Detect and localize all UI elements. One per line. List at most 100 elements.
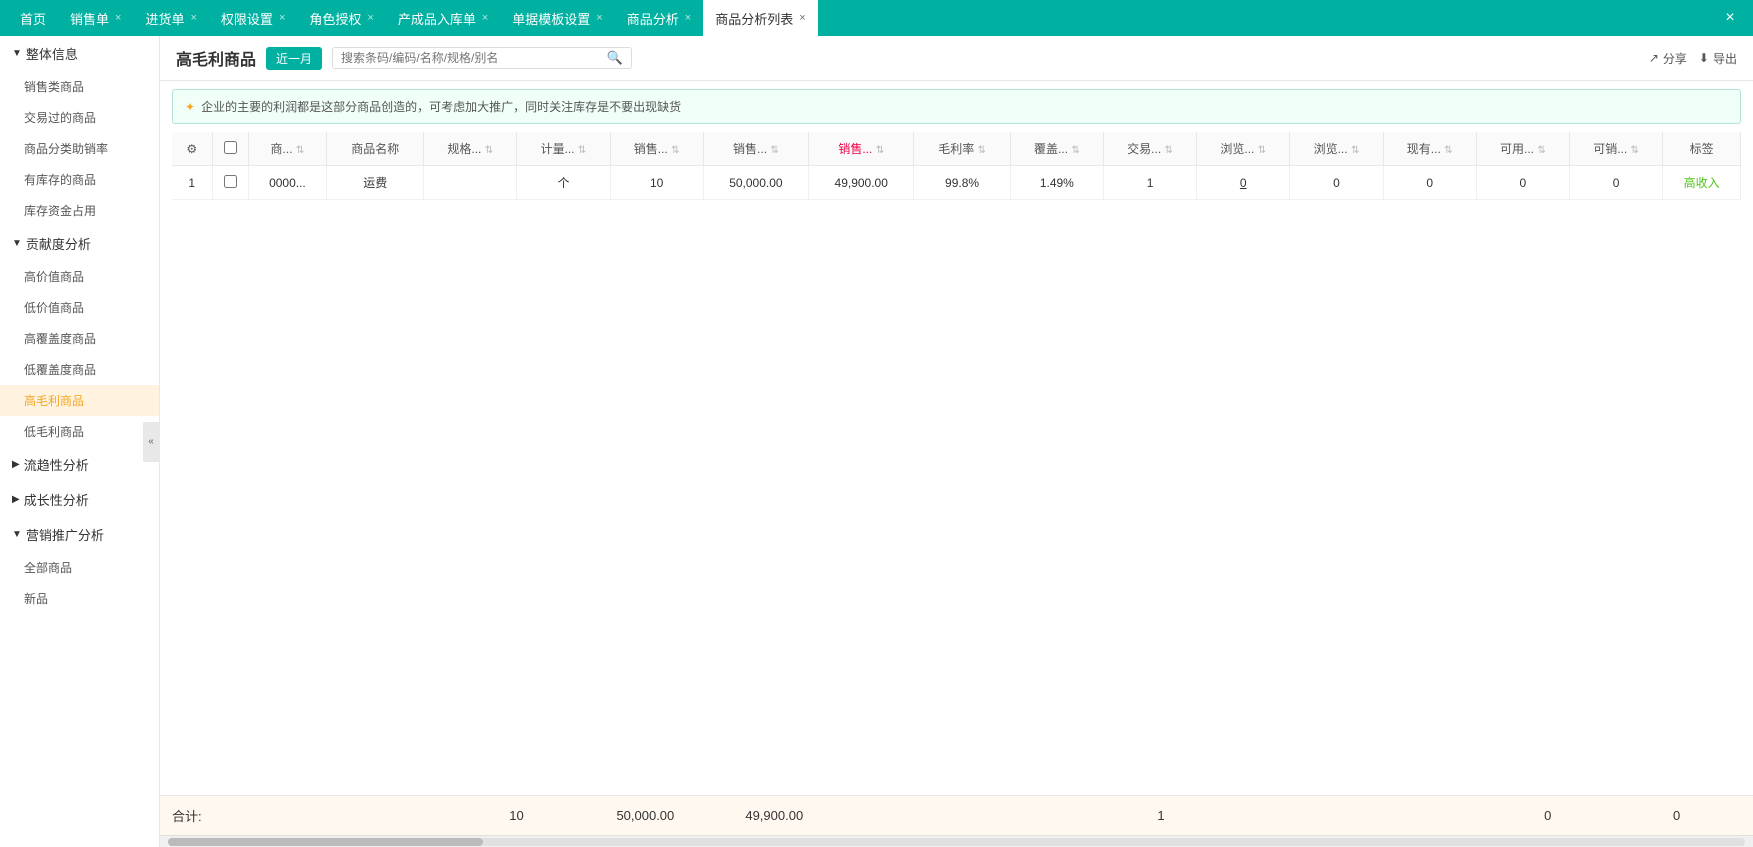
col-transactions[interactable]: 交易... ⇅ — [1103, 132, 1196, 166]
col-current-stock[interactable]: 现有... ⇅ — [1383, 132, 1476, 166]
col-unit[interactable]: 计量... ⇅ — [517, 132, 610, 166]
nav-label-template: 单据模板设置 — [512, 9, 590, 28]
col-sales-qty[interactable]: 销售... ⇅ — [610, 132, 703, 166]
sidebar-item-stock-capital[interactable]: 库存资金占用 — [0, 195, 159, 226]
cell-browse1[interactable]: 0 — [1197, 166, 1290, 200]
nav-item-roles[interactable]: 角色授权 × — [297, 0, 385, 36]
arrow-icon: ▼ — [12, 529, 22, 540]
sort-icon: ⇅ — [1165, 145, 1173, 156]
col-gross-margin[interactable]: 毛利率 ⇅ — [914, 132, 1010, 166]
sidebar-item-high-margin[interactable]: 高毛利商品 — [0, 385, 159, 416]
sidebar-item-traded-goods[interactable]: 交易过的商品 — [0, 102, 159, 133]
col-coverage[interactable]: 覆盖... ⇅ — [1010, 132, 1103, 166]
table-footer: 合计: 10 50,000.00 49,900.00 1 0 0 — [160, 795, 1753, 835]
col-settings[interactable]: ⚙ — [172, 132, 212, 166]
col-spec[interactable]: 规格... ⇅ — [424, 132, 517, 166]
sidebar-group-marketing[interactable]: ▼ 营销推广分析 — [0, 517, 159, 552]
close-icon[interactable]: × — [115, 12, 121, 24]
sidebar-collapse-button[interactable]: « — [143, 422, 159, 462]
sidebar-item-category-rate[interactable]: 商品分类助销率 — [0, 133, 159, 164]
search-input[interactable] — [341, 51, 607, 65]
col-browse2[interactable]: 浏览... ⇅ — [1290, 132, 1383, 166]
footer-sales-amount: 50,000.00 — [581, 808, 710, 823]
nav-label-analysis: 商品分析 — [627, 9, 679, 28]
sidebar-group-contribution[interactable]: ▼ 贡献度分析 — [0, 226, 159, 261]
close-icon[interactable]: × — [367, 12, 373, 24]
sidebar-item-stock-goods[interactable]: 有库存的商品 — [0, 164, 159, 195]
nav-item-permissions[interactable]: 权限设置 × — [209, 0, 297, 36]
sidebar-item-new-goods[interactable]: 新品 — [0, 583, 159, 614]
sort-icon: ⇅ — [1351, 145, 1359, 156]
nav-item-finished-goods[interactable]: 产成品入库单 × — [386, 0, 500, 36]
col-name[interactable]: 商品名称 — [327, 132, 424, 166]
nav-item-home[interactable]: 首页 — [8, 0, 58, 36]
export-icon: ⬇ — [1699, 51, 1709, 65]
horizontal-scrollbar[interactable] — [160, 835, 1753, 847]
info-icon: ✦ — [185, 100, 195, 114]
sidebar-group-label-overall: 整体信息 — [26, 44, 78, 63]
close-icon[interactable]: × — [596, 12, 602, 24]
top-navigation: 首页 销售单 × 进货单 × 权限设置 × 角色授权 × 产成品入库单 × 单据… — [0, 0, 1753, 36]
sort-icon: ⇅ — [1631, 145, 1639, 156]
col-checkbox — [212, 132, 248, 166]
search-icon[interactable]: 🔍 — [607, 50, 623, 66]
sidebar: ▼ 整体信息 销售类商品 交易过的商品 商品分类助销率 有库存的商品 库存资金占… — [0, 36, 160, 847]
col-sales-amount[interactable]: 销售... ⇅ — [703, 132, 808, 166]
col-browse1[interactable]: 浏览... ⇅ — [1197, 132, 1290, 166]
tag-badge: 高收入 — [1684, 176, 1720, 190]
info-banner: ✦ 企业的主要的利润都是这部分商品创造的，可考虑加大推广，同时关注库存是不要出现… — [172, 89, 1741, 124]
col-code[interactable]: 商... ⇅ — [248, 132, 327, 166]
table-container: ⚙ 商... ⇅ 商品名称 规格... ⇅ 计量... ⇅ 销售... ⇅ 销售… — [160, 132, 1753, 795]
cell-name: 运费 — [327, 166, 424, 200]
page-title: 高毛利商品 — [176, 46, 256, 70]
col-sales-profit[interactable]: 销售... ⇅ — [809, 132, 914, 166]
cell-checkbox — [212, 166, 248, 200]
period-button[interactable]: 近一月 — [266, 47, 322, 70]
close-icon[interactable]: × — [190, 12, 196, 24]
nav-item-template[interactable]: 单据模板设置 × — [500, 0, 614, 36]
footer-current-stock: 0 — [1483, 808, 1612, 823]
nav-item-purchase[interactable]: 进货单 × — [133, 0, 208, 36]
scroll-track[interactable] — [168, 838, 1745, 846]
export-button[interactable]: ⬇ 导出 — [1699, 50, 1737, 67]
sort-icon: ⇅ — [485, 145, 493, 156]
cell-available-stock: 0 — [1476, 166, 1569, 200]
scroll-thumb[interactable] — [168, 838, 483, 846]
cell-sales-profit: 49,900.00 — [809, 166, 914, 200]
cell-unit: 个 — [517, 166, 610, 200]
sidebar-item-all-goods[interactable]: 全部商品 — [0, 552, 159, 583]
nav-label-home: 首页 — [20, 9, 46, 28]
table-row: 1 0000... 运费 个 10 50,000.00 49,900.00 99… — [172, 166, 1741, 200]
cell-coverage: 1.49% — [1010, 166, 1103, 200]
sidebar-item-low-margin[interactable]: 低毛利商品 — [0, 416, 159, 447]
close-icon[interactable]: × — [279, 12, 285, 24]
col-sellable-stock[interactable]: 可销... ⇅ — [1569, 132, 1662, 166]
nav-item-analysis[interactable]: 商品分析 × — [615, 0, 703, 36]
sidebar-group-flow[interactable]: ▶ 流趋性分析 — [0, 447, 159, 482]
select-all-checkbox[interactable] — [224, 141, 237, 154]
browse1-link[interactable]: 0 — [1240, 176, 1247, 190]
share-button[interactable]: ↗ 分享 — [1649, 50, 1687, 67]
close-icon[interactable]: × — [799, 12, 805, 24]
nav-item-analysis-list[interactable]: 商品分析列表 × — [703, 0, 817, 36]
sidebar-item-high-value[interactable]: 高价值商品 — [0, 261, 159, 292]
sidebar-group-label-marketing: 营销推广分析 — [26, 525, 104, 544]
footer-transactions: 1 — [1097, 808, 1226, 823]
nav-label-permissions: 权限设置 — [221, 9, 273, 28]
sidebar-item-high-coverage[interactable]: 高覆盖度商品 — [0, 323, 159, 354]
sidebar-group-growth[interactable]: ▶ 成长性分析 — [0, 482, 159, 517]
sidebar-item-low-value[interactable]: 低价值商品 — [0, 292, 159, 323]
sidebar-group-overall[interactable]: ▼ 整体信息 — [0, 36, 159, 71]
main-layout: ▼ 整体信息 销售类商品 交易过的商品 商品分类助销率 有库存的商品 库存资金占… — [0, 36, 1753, 847]
share-icon: ↗ — [1649, 51, 1659, 65]
sort-icon: ⇅ — [1258, 145, 1266, 156]
close-icon[interactable]: × — [482, 12, 488, 24]
row-checkbox[interactable] — [224, 175, 237, 188]
sidebar-item-low-coverage[interactable]: 低覆盖度商品 — [0, 354, 159, 385]
close-icon[interactable]: × — [685, 12, 691, 24]
cell-tag: 高收入 — [1663, 166, 1741, 200]
nav-item-sales[interactable]: 销售单 × — [58, 0, 133, 36]
window-close-button[interactable]: × — [1715, 0, 1745, 36]
col-available-stock[interactable]: 可用... ⇅ — [1476, 132, 1569, 166]
sidebar-item-sales-goods[interactable]: 销售类商品 — [0, 71, 159, 102]
